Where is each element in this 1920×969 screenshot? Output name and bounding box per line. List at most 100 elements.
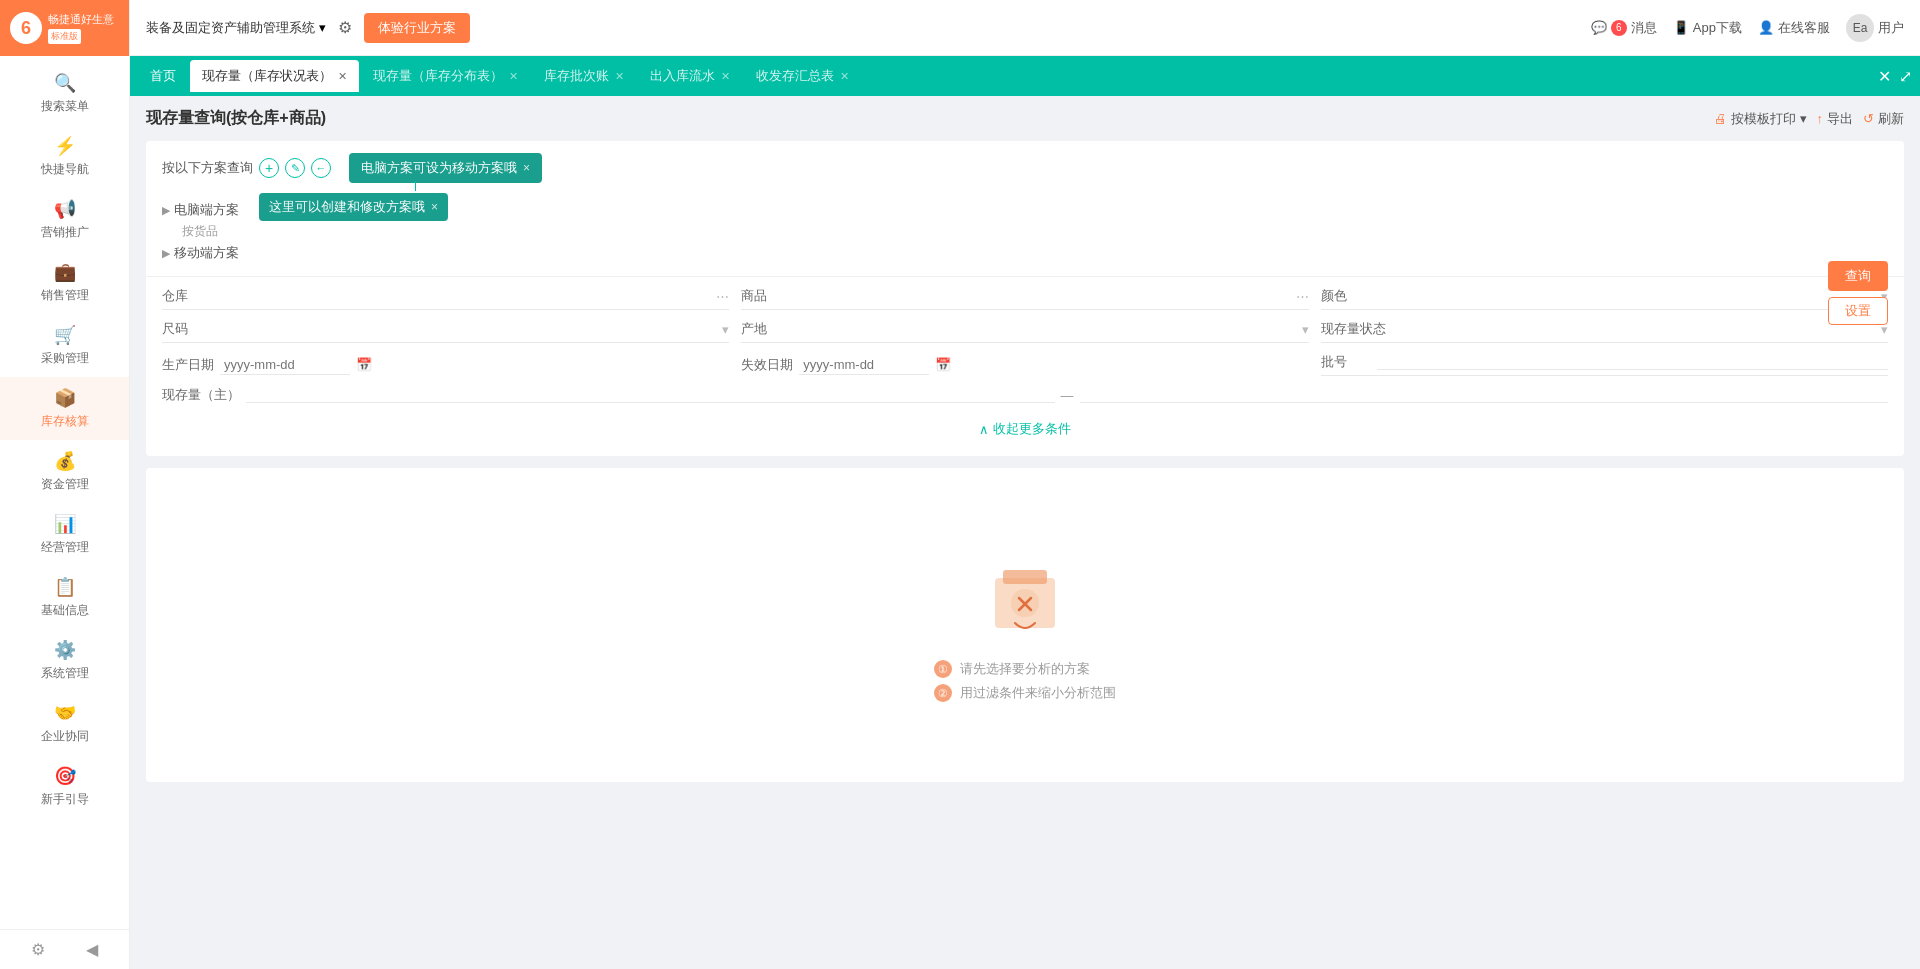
sidebar-logo: 6 畅捷通好生意 标准版: [0, 0, 129, 56]
filter-field-expire-date: 失效日期 📅: [741, 355, 1308, 375]
expire-date-start-input[interactable]: [799, 355, 929, 375]
empty-hints: ① 请先选择要分析的方案 ② 用过滤条件来缩小分析范围: [934, 660, 1116, 702]
sidebar: 6 畅捷通好生意 标准版 🔍 搜索菜单 ⚡ 快捷导航 📢 营销推广 💼 销售管理…: [0, 0, 130, 969]
quicknav-icon: ⚡: [54, 135, 76, 157]
fullscreen-icon[interactable]: ⤢: [1899, 67, 1912, 86]
topbar-right: 💬 6 消息 📱 App下载 👤 在线客服 Ea 用户: [1591, 14, 1904, 42]
sidebar-item-purchase[interactable]: 🛒 采购管理: [0, 314, 129, 377]
qty-start-input[interactable]: [246, 387, 1055, 403]
collapse-label: 收起更多条件: [993, 420, 1071, 438]
sidebar-item-label: 经营管理: [41, 539, 89, 556]
empty-hint-1: ① 请先选择要分析的方案: [934, 660, 1116, 678]
topbar-app-download[interactable]: 📱 App下载: [1673, 19, 1742, 37]
hint-num-2: ②: [934, 684, 952, 702]
settings-bottom-icon[interactable]: ⚙: [31, 940, 45, 959]
batch-no-label: 批号: [1321, 353, 1371, 371]
sidebar-item-base[interactable]: 📋 基础信息: [0, 566, 129, 629]
collapse-sidebar-icon[interactable]: ◀: [86, 940, 98, 959]
filter-field-stock-status: 现存量状态 ▾: [1321, 320, 1888, 343]
export-btn[interactable]: ↑ 导出: [1817, 110, 1854, 128]
origin-label: 产地: [741, 320, 791, 338]
sidebar-item-finance[interactable]: 💰 资金管理: [0, 440, 129, 503]
refresh-btn[interactable]: ↺ 刷新: [1863, 110, 1904, 128]
goods-more-icon[interactable]: ⋯: [1296, 289, 1309, 304]
inventory-icon: 📦: [54, 387, 76, 409]
filter-field-color: 颜色 ▾: [1321, 287, 1888, 310]
filter-qty-row: 现存量（主） —: [162, 386, 1888, 404]
print-btn[interactable]: 🖨 按模板打印 ▾: [1714, 110, 1807, 128]
expire-date-label: 失效日期: [741, 356, 793, 374]
sidebar-item-guide[interactable]: 🎯 新手引导: [0, 755, 129, 818]
qty-end-input[interactable]: [1080, 387, 1889, 403]
tooltip2-wrapper: 这里可以创建和修改方案哦 ×: [259, 193, 448, 221]
warehouse-label: 仓库: [162, 287, 212, 305]
tab-close-icon[interactable]: ✕: [615, 70, 624, 83]
dropdown-icon: ▾: [319, 20, 326, 35]
system-icon: ⚙️: [54, 639, 76, 661]
tooltip1-close[interactable]: ×: [523, 161, 530, 175]
topbar-online-service[interactable]: 👤 在线客服: [1758, 19, 1830, 37]
sidebar-item-operations[interactable]: 📊 经营管理: [0, 503, 129, 566]
produce-date-label: 生产日期: [162, 356, 214, 374]
sidebar-item-sales[interactable]: 💼 销售管理: [0, 251, 129, 314]
calendar-icon-expire[interactable]: 📅: [935, 357, 951, 372]
topbar-settings-icon[interactable]: ⚙: [338, 18, 352, 37]
tooltip2-text: 这里可以创建和修改方案哦: [269, 198, 425, 216]
svg-rect-1: [1003, 570, 1047, 584]
logo-text: 畅捷通好生意: [48, 12, 114, 27]
sidebar-item-label: 快捷导航: [41, 161, 89, 178]
batch-no-input[interactable]: [1377, 354, 1888, 370]
tab-recv-summary[interactable]: 收发存汇总表 ✕: [744, 60, 861, 92]
sidebar-item-label: 新手引导: [41, 791, 89, 808]
print-label: 按模板打印: [1731, 110, 1796, 128]
query-btn-group: 查询 设置: [1828, 261, 1888, 325]
origin-dropdown-icon[interactable]: ▾: [1302, 322, 1309, 337]
filter-arrow-btn[interactable]: ←: [311, 158, 331, 178]
collapse-bar[interactable]: ∧ 收起更多条件: [162, 414, 1888, 444]
hint-num-1: ①: [934, 660, 952, 678]
filter-add-btn[interactable]: +: [259, 158, 279, 178]
tab-batch-account[interactable]: 库存批次账 ✕: [532, 60, 636, 92]
tab-close-icon[interactable]: ✕: [721, 70, 730, 83]
tab-close-icon[interactable]: ✕: [509, 70, 518, 83]
sidebar-item-label: 企业协同: [41, 728, 89, 745]
scheme-item-mobile[interactable]: ▶ 移动端方案: [162, 240, 239, 266]
sidebar-item-marketing[interactable]: 📢 营销推广: [0, 188, 129, 251]
produce-date-start-input[interactable]: [220, 355, 350, 375]
sidebar-item-enterprise[interactable]: 🤝 企业协同: [0, 692, 129, 755]
empty-hint-2: ② 用过滤条件来缩小分析范围: [934, 684, 1116, 702]
purchase-icon: 🛒: [54, 324, 76, 346]
sidebar-item-system[interactable]: ⚙️ 系统管理: [0, 629, 129, 692]
tab-inventory-status[interactable]: 现存量（库存状况表） ✕: [190, 60, 359, 92]
calendar-icon-produce[interactable]: 📅: [356, 357, 372, 372]
tab-close-icon[interactable]: ✕: [840, 70, 849, 83]
filter-row-2: 尺码 ▾ 产地 ▾ 现存量状态 ▾: [162, 320, 1888, 343]
filter-field-size: 尺码 ▾: [162, 320, 729, 343]
sidebar-item-inventory[interactable]: 📦 库存核算: [0, 377, 129, 440]
sidebar-item-label: 库存核算: [41, 413, 89, 430]
close-all-tabs-icon[interactable]: ✕: [1878, 67, 1891, 86]
color-label: 颜色: [1321, 287, 1371, 305]
system-selector[interactable]: 装备及固定资产辅助管理系统 ▾: [146, 19, 326, 37]
sidebar-item-label: 基础信息: [41, 602, 89, 619]
filter-edit-btn[interactable]: ✎: [285, 158, 305, 178]
query-btn[interactable]: 查询: [1828, 261, 1888, 291]
tab-home[interactable]: 首页: [138, 60, 188, 92]
warehouse-more-icon[interactable]: ⋯: [716, 289, 729, 304]
size-dropdown-icon[interactable]: ▾: [722, 322, 729, 337]
tooltip-bubble-2: 这里可以创建和修改方案哦 ×: [259, 193, 448, 221]
system-name: 装备及固定资产辅助管理系统: [146, 19, 315, 37]
scheme-item-pc[interactable]: ▶ 电脑端方案: [162, 197, 239, 223]
topbar-user[interactable]: Ea 用户: [1846, 14, 1904, 42]
topbar-message[interactable]: 💬 6 消息: [1591, 19, 1657, 37]
sidebar-item-search[interactable]: 🔍 搜索菜单: [0, 62, 129, 125]
mobile-scheme-label: 移动端方案: [174, 244, 239, 262]
reset-btn[interactable]: 设置: [1828, 297, 1888, 325]
industry-btn[interactable]: 体验行业方案: [364, 13, 470, 43]
sidebar-item-quicknav[interactable]: ⚡ 快捷导航: [0, 125, 129, 188]
tab-label: 库存批次账: [544, 67, 609, 85]
tab-inout-flow[interactable]: 出入库流水 ✕: [638, 60, 742, 92]
tab-close-icon[interactable]: ✕: [338, 70, 347, 83]
tooltip2-close[interactable]: ×: [431, 200, 438, 214]
tab-inventory-dist[interactable]: 现存量（库存分布表） ✕: [361, 60, 530, 92]
